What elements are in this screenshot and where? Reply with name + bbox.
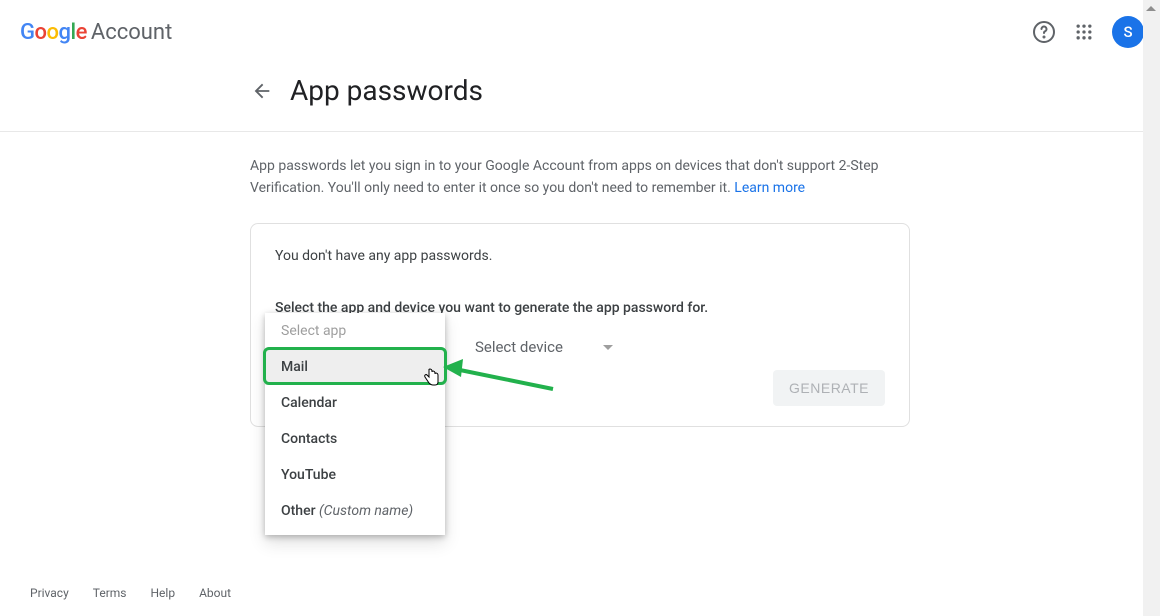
footer-link-about[interactable]: About <box>199 586 231 600</box>
select-device-dropdown[interactable]: Select device <box>475 338 613 356</box>
back-arrow-icon[interactable] <box>250 79 274 103</box>
footer-link-help[interactable]: Help <box>151 586 176 600</box>
help-icon[interactable] <box>1032 20 1056 44</box>
dropdown-item-mail[interactable]: Mail <box>265 349 445 385</box>
page-title: App passwords <box>290 74 483 107</box>
dropdown-item-other[interactable]: Other (Custom name) <box>265 493 445 529</box>
divider <box>0 131 1160 132</box>
chevron-down-icon <box>603 345 613 350</box>
logo[interactable]: Google Account <box>20 20 172 45</box>
select-device-label: Select device <box>475 338 563 356</box>
header: Google Account S <box>0 0 1160 64</box>
dropdown-item-contacts[interactable]: Contacts <box>265 421 445 457</box>
dropdown-item-calendar[interactable]: Calendar <box>265 385 445 421</box>
generate-button[interactable]: GENERATE <box>773 370 885 406</box>
account-label: Account <box>91 20 172 45</box>
select-app-menu: Select app Mail Calendar Contacts YouTub… <box>265 313 445 535</box>
dropdown-item-youtube[interactable]: YouTube <box>265 457 445 493</box>
apps-grid-icon[interactable] <box>1072 20 1096 44</box>
dropdown-header: Select app <box>265 313 445 349</box>
title-row: App passwords <box>250 74 910 107</box>
footer-link-privacy[interactable]: Privacy <box>30 586 69 600</box>
header-actions: S <box>1032 16 1144 48</box>
scrollbar[interactable] <box>1143 0 1160 616</box>
footer-link-terms[interactable]: Terms <box>93 586 127 600</box>
scrollbar-up-icon[interactable] <box>1146 6 1156 11</box>
footer: Privacy Terms Help About <box>30 586 231 600</box>
google-logo: Google <box>20 20 87 45</box>
learn-more-link[interactable]: Learn more <box>734 180 805 196</box>
no-passwords-text: You don't have any app passwords. <box>275 248 885 264</box>
avatar[interactable]: S <box>1112 16 1144 48</box>
description: App passwords let you sign in to your Go… <box>250 156 910 199</box>
